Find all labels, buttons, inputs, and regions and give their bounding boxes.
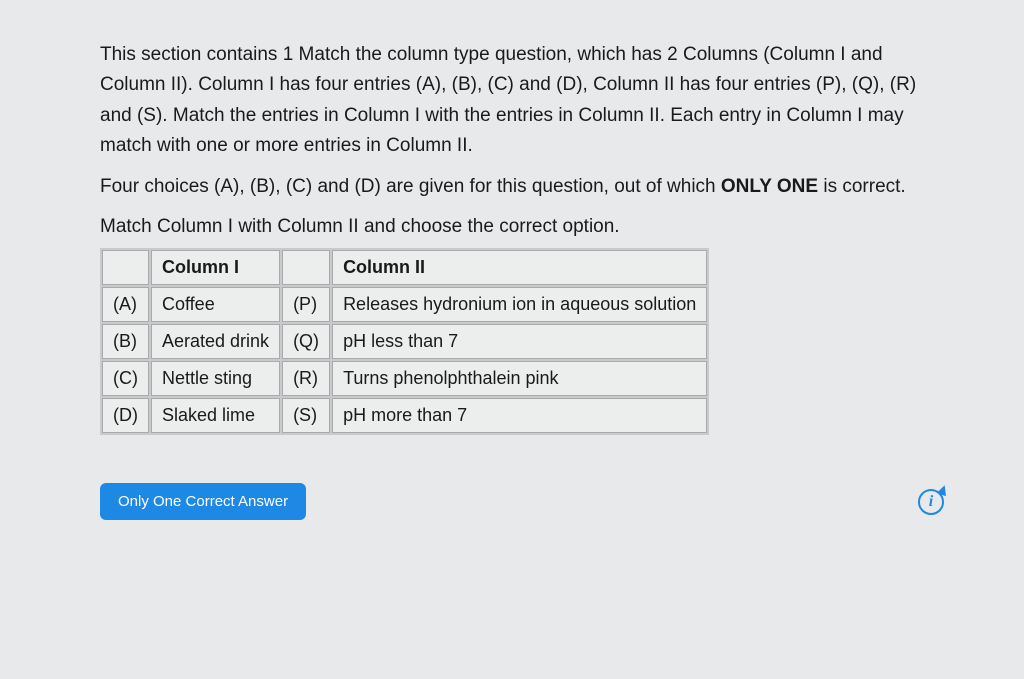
- col2-title-header: Column II: [332, 250, 707, 285]
- info-glyph: i: [929, 493, 933, 511]
- row-label1: (C): [102, 361, 149, 396]
- table-row: (D) Slaked lime (S) pH more than 7: [102, 398, 707, 433]
- col1-label-header: [102, 250, 149, 285]
- row-item1: Nettle sting: [151, 361, 280, 396]
- row-label2: (S): [282, 398, 330, 433]
- row-label2: (R): [282, 361, 330, 396]
- row-item1: Coffee: [151, 287, 280, 322]
- table-row: (B) Aerated drink (Q) pH less than 7: [102, 324, 707, 359]
- table-row: (C) Nettle sting (R) Turns phenolphthale…: [102, 361, 707, 396]
- row-item2: pH less than 7: [332, 324, 707, 359]
- row-label2: (Q): [282, 324, 330, 359]
- row-label1: (B): [102, 324, 149, 359]
- instruction-text-2a: Four choices (A), (B), (C) and (D) are g…: [100, 176, 721, 197]
- row-item2: Releases hydronium ion in aqueous soluti…: [332, 287, 707, 322]
- match-prompt: Match Column I with Column II and choose…: [100, 212, 944, 242]
- instruction-text-1: This section contains 1 Match the column…: [100, 44, 916, 156]
- col1-title-header: Column I: [151, 250, 280, 285]
- row-item2: Turns phenolphthalein pink: [332, 361, 707, 396]
- only-one-correct-button[interactable]: Only One Correct Answer: [100, 483, 306, 520]
- match-table: Column I Column II (A) Coffee (P) Releas…: [100, 248, 709, 435]
- row-label1: (D): [102, 398, 149, 433]
- question-instructions-2: Four choices (A), (B), (C) and (D) are g…: [100, 172, 944, 202]
- instruction-bold: ONLY ONE: [721, 176, 818, 197]
- instruction-text-2b: is correct.: [818, 176, 906, 197]
- table-row: (A) Coffee (P) Releases hydronium ion in…: [102, 287, 707, 322]
- table-header-row: Column I Column II: [102, 250, 707, 285]
- footer-row: Only One Correct Answer i: [100, 483, 944, 520]
- question-instructions: This section contains 1 Match the column…: [100, 40, 944, 162]
- row-label1: (A): [102, 287, 149, 322]
- row-item1: Aerated drink: [151, 324, 280, 359]
- row-label2: (P): [282, 287, 330, 322]
- row-item2: pH more than 7: [332, 398, 707, 433]
- row-item1: Slaked lime: [151, 398, 280, 433]
- info-icon[interactable]: i: [918, 489, 944, 515]
- col2-label-header: [282, 250, 330, 285]
